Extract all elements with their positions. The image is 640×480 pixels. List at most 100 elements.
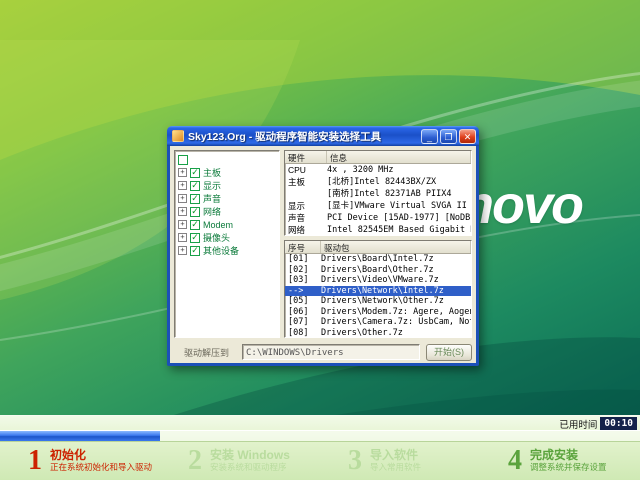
package-col-header[interactable]: 驱动包 [321, 241, 471, 253]
expand-icon[interactable]: + [178, 168, 187, 177]
step-subtitle: 安装系统和驱动程序 [210, 462, 290, 473]
checkbox-icon[interactable] [178, 155, 188, 165]
checkbox-icon[interactable]: ✓ [190, 220, 200, 230]
step-label: 初始化 [50, 448, 152, 462]
driver-number: [01] [285, 254, 321, 265]
tree-item-label: 其他设备 [203, 244, 239, 257]
tree-item[interactable]: +✓摄像头 [175, 231, 279, 244]
install-step-1: 1初始化正在系统初始化和导入驱动 [0, 444, 160, 480]
tree-item-label: 显示 [203, 179, 221, 192]
driver-row[interactable]: [07]Drivers\Camera.7z: UsbCam, NoteBook [285, 317, 471, 328]
hardware-row: CPU4x , 3200 MHz [285, 164, 471, 176]
hardware-info: 4x , 3200 MHz [327, 164, 471, 176]
driver-row[interactable]: [02]Drivers\Board\Other.7z [285, 265, 471, 276]
checkbox-icon[interactable]: ✓ [190, 181, 200, 191]
tree-item-label: 主板 [203, 166, 221, 179]
expand-icon[interactable]: + [178, 220, 187, 229]
install-status-bar: 已用时间 00:10 1初始化正在系统初始化和导入驱动2安装 Windows安装… [0, 415, 640, 480]
step-text: 导入软件导入常用软件 [370, 446, 421, 473]
driver-row[interactable]: -->Drivers\Network\Intel.7z [285, 286, 471, 297]
driver-number: --> [285, 286, 321, 297]
elapsed-time: 00:10 [600, 417, 637, 431]
install-step-2: 2安装 Windows安装系统和驱动程序 [160, 444, 320, 480]
driver-row[interactable]: [05]Drivers\Network\Other.7z [285, 296, 471, 307]
driver-package: Drivers\Modem.7z: Agere, Aogen, Cone... [321, 307, 471, 318]
tree-item[interactable]: +✓Modem [175, 218, 279, 231]
dialog-client-area: +✓主板+✓显示+✓声音+✓网络+✓Modem+✓摄像头+✓其他设备 硬件 信息… [170, 146, 476, 363]
hardware-row: 主板[北桥]Intel 82443BX/ZX [285, 176, 471, 188]
tree-item[interactable]: +✓主板 [175, 166, 279, 179]
expand-icon[interactable]: + [178, 207, 187, 216]
step-number: 3 [348, 446, 362, 476]
window-title: Sky123.Org - 驱动程序智能安装选择工具 [188, 129, 421, 144]
tree-item[interactable]: +✓其他设备 [175, 244, 279, 257]
tree-item[interactable] [175, 153, 279, 166]
hardware-name: CPU [285, 164, 327, 176]
hardware-info: Intel 82545EM Based Gigabit Network ... [327, 224, 471, 236]
progress-fill [0, 431, 160, 441]
start-button[interactable]: 开始(S) [426, 344, 472, 361]
hardware-name: 声音 [285, 212, 327, 224]
extract-path-field[interactable]: C:\WINDOWS\Drivers [242, 344, 420, 360]
desktop: lenovo Sky123.Org - 驱动程序智能安装选择工具 _ ❐ ✕ +… [0, 0, 640, 480]
info-col-header[interactable]: 信息 [327, 151, 471, 163]
hardware-table[interactable]: 硬件 信息 CPU4x , 3200 MHz主板[北桥]Intel 82443B… [284, 150, 472, 236]
step-label: 安装 Windows [210, 448, 290, 462]
number-col-header[interactable]: 序号 [285, 241, 321, 253]
driver-package: Drivers\Camera.7z: UsbCam, NoteBook [321, 317, 471, 328]
tree-item[interactable]: +✓声音 [175, 192, 279, 205]
driver-row[interactable]: [03]Drivers\Video\VMware.7z [285, 275, 471, 286]
driver-row[interactable]: [06]Drivers\Modem.7z: Agere, Aogen, Cone… [285, 307, 471, 318]
driver-row[interactable]: [01]Drivers\Board\Intel.7z [285, 254, 471, 265]
checkbox-icon[interactable]: ✓ [190, 207, 200, 217]
checkbox-icon[interactable]: ✓ [190, 168, 200, 178]
hardware-rows: CPU4x , 3200 MHz主板[北桥]Intel 82443BX/ZX[南… [285, 164, 471, 236]
expand-icon[interactable]: + [178, 246, 187, 255]
checkbox-icon[interactable]: ✓ [190, 194, 200, 204]
progress-bar [0, 430, 640, 442]
driver-number: [06] [285, 307, 321, 318]
hardware-info: PCI Device [15AD-1977] [NoDB] [327, 212, 471, 224]
driver-row[interactable]: [08]Drivers\Other.7z [285, 328, 471, 339]
hardware-info: [显卡]VMware Virtual SVGA II [327, 200, 471, 212]
device-tree[interactable]: +✓主板+✓显示+✓声音+✓网络+✓Modem+✓摄像头+✓其他设备 [174, 150, 280, 338]
tree-item[interactable]: +✓网络 [175, 205, 279, 218]
close-button[interactable]: ✕ [459, 129, 476, 144]
hardware-col-header[interactable]: 硬件 [285, 151, 327, 163]
tree-item-label: Modem [203, 220, 233, 230]
driver-tool-window: Sky123.Org - 驱动程序智能安装选择工具 _ ❐ ✕ +✓主板+✓显示… [167, 126, 479, 366]
title-bar[interactable]: Sky123.Org - 驱动程序智能安装选择工具 _ ❐ ✕ [167, 126, 479, 146]
driver-number: [07] [285, 317, 321, 328]
driver-list-header: 序号 驱动包 [285, 241, 471, 254]
step-label: 完成安装 [530, 448, 607, 462]
step-subtitle: 正在系统初始化和导入驱动 [50, 462, 152, 473]
step-subtitle: 导入常用软件 [370, 462, 421, 473]
driver-list[interactable]: 序号 驱动包 [01]Drivers\Board\Intel.7z[02]Dri… [284, 240, 472, 338]
checkbox-icon[interactable]: ✓ [190, 246, 200, 256]
step-text: 初始化正在系统初始化和导入驱动 [50, 446, 152, 473]
driver-number: [05] [285, 296, 321, 307]
hardware-row: [南桥]Intel 82371AB PIIX4 [285, 188, 471, 200]
maximize-button[interactable]: ❐ [440, 129, 457, 144]
hardware-name [285, 188, 327, 200]
driver-package: Drivers\Board\Intel.7z [321, 254, 471, 265]
expand-icon[interactable]: + [178, 181, 187, 190]
step-subtitle: 调整系统并保存设置 [530, 462, 607, 473]
driver-package: Drivers\Other.7z [321, 328, 471, 339]
checkbox-icon[interactable]: ✓ [190, 233, 200, 243]
driver-package: Drivers\Video\VMware.7z [321, 275, 471, 286]
hardware-row: 网络Intel 82545EM Based Gigabit Network ..… [285, 224, 471, 236]
expand-icon[interactable]: + [178, 233, 187, 242]
hardware-info: [南桥]Intel 82371AB PIIX4 [327, 188, 471, 200]
step-number: 4 [508, 446, 522, 476]
driver-number: [03] [285, 275, 321, 286]
expand-icon[interactable]: + [178, 194, 187, 203]
window-controls: _ ❐ ✕ [421, 129, 476, 144]
minimize-button[interactable]: _ [421, 129, 438, 144]
hardware-row: 声音PCI Device [15AD-1977] [NoDB] [285, 212, 471, 224]
hardware-info: [北桥]Intel 82443BX/ZX [327, 176, 471, 188]
tree-item-label: 摄像头 [203, 231, 230, 244]
tree-item[interactable]: +✓显示 [175, 179, 279, 192]
driver-package: Drivers\Board\Other.7z [321, 265, 471, 276]
app-icon [172, 130, 184, 142]
